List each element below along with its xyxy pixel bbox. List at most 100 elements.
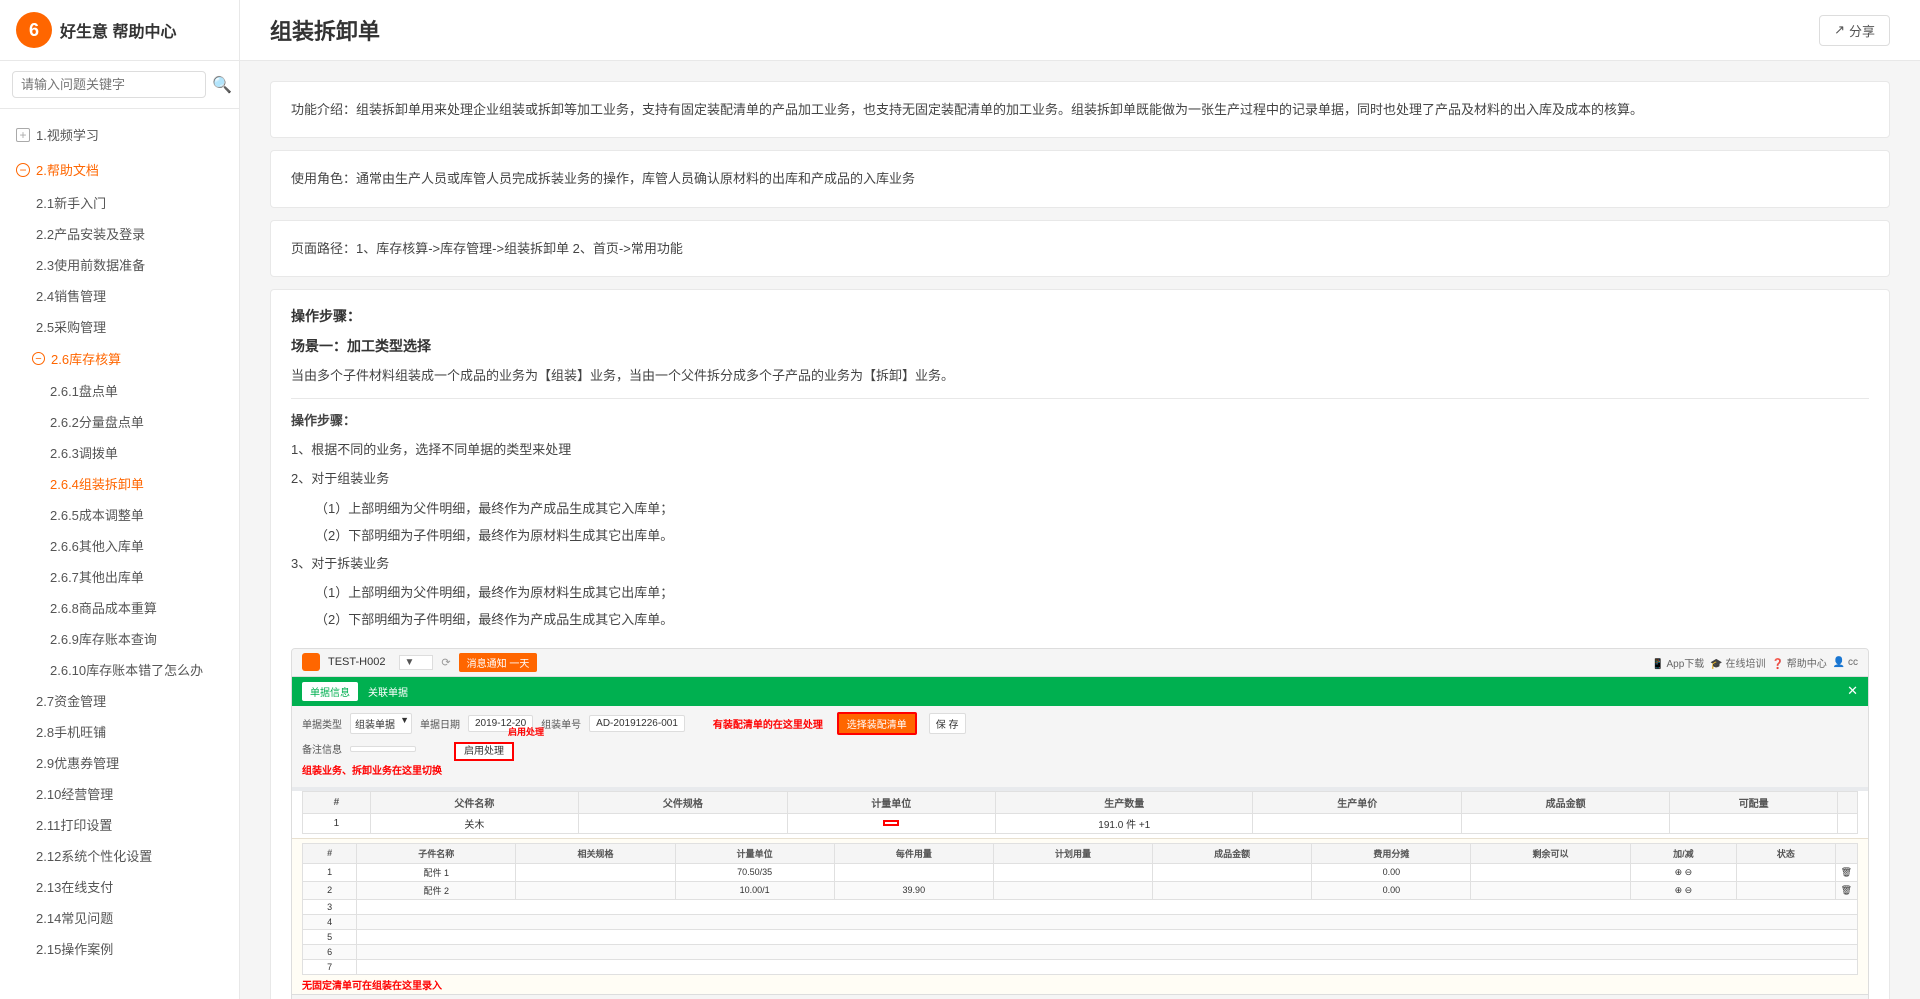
sidebar-item-label: 2.帮助文档: [36, 160, 99, 179]
sidebar-leaf-267[interactable]: 2.6.7其他出库单: [0, 561, 239, 592]
operations-block: 操作步骤： 场景一：加工类型选择 当由多个子件材料组装成一个成品的业务为【组装】…: [270, 289, 1890, 999]
ss-notify-btn[interactable]: 消息通知 一天: [459, 653, 538, 672]
ss-annotation-area1: 有装配清单的在这里处理 选择装配清单: [713, 712, 917, 735]
ss-td-spec: [579, 813, 787, 833]
ss-sub-th-name: 子件名称: [357, 843, 516, 863]
sidebar-leaf-265[interactable]: 2.6.5成本调整单: [0, 499, 239, 530]
table-row: 5: [303, 929, 1858, 944]
ss-td-unit-highlighted: [883, 820, 899, 826]
sidebar-leaf-266[interactable]: 2.6.6其他入库单: [0, 530, 239, 561]
ss-th-config: 可配量: [1670, 791, 1838, 813]
ss-annotation3: 启用处理: [508, 725, 544, 738]
ss-annotation-process: 启用处理 启用处理: [454, 741, 514, 757]
ss-btn-save[interactable]: 保 存: [929, 713, 966, 734]
sidebar-item-sales[interactable]: 2.4销售管理: [0, 280, 239, 311]
sidebar-item-ops[interactable]: 2.10经营管理: [0, 778, 239, 809]
ss-td-num: 1: [303, 813, 371, 833]
ss-th-action: [1838, 791, 1858, 813]
screenshot-inner: TEST-H002 ▼ ⟳ 消息通知 一天 📱 App下载 🎓 在线培训 ❓ 帮…: [292, 649, 1868, 999]
ss-annotation1: 有装配清单的在这里处理: [713, 720, 823, 731]
sidebar-item-cases[interactable]: 2.15操作案例: [0, 933, 239, 964]
sidebar-item-payment[interactable]: 2.13在线支付: [0, 871, 239, 902]
ss-td-action: [1838, 813, 1858, 833]
ss-tab-other[interactable]: 关联单据: [360, 682, 416, 701]
sidebar-leaf-268[interactable]: 2.6.8商品成本重算: [0, 592, 239, 623]
sidebar-item-newbie[interactable]: 2.1新手入门: [0, 187, 239, 218]
table-row: 7: [303, 959, 1858, 974]
sidebar-item-finance[interactable]: 2.7资金管理: [0, 685, 239, 716]
ss-btn-assembly[interactable]: 选择装配清单: [837, 712, 917, 735]
ss-topbar: TEST-H002 ▼ ⟳ 消息通知 一天 📱 App下载 🎓 在线培训 ❓ 帮…: [292, 649, 1868, 677]
logo-icon: 6: [16, 12, 52, 48]
role-text: 使用角色：通常由生产人员或库管人员完成拆装业务的操作，库管人员确认原材料的出库和…: [291, 167, 1869, 190]
sidebar-item-purchase[interactable]: 2.5采购管理: [0, 311, 239, 342]
sidebar-item-help-docs[interactable]: − 2.帮助文档: [0, 152, 239, 187]
search-icon[interactable]: 🔍: [212, 75, 232, 95]
sidebar-item-mobile[interactable]: 2.8手机旺铺: [0, 716, 239, 747]
ss-tab-active[interactable]: 单据信息: [302, 682, 358, 701]
sidebar-leaf-269[interactable]: 2.6.9库存账本查询: [0, 623, 239, 654]
ss-sub-th-unit: 计量单位: [675, 843, 834, 863]
table-row: 2 配件 2 10.00/1 39.90 0.00 ⊕ ⊖: [303, 881, 1858, 899]
table-row: 6: [303, 944, 1858, 959]
ss-close-icon[interactable]: ✕: [1847, 683, 1858, 699]
sidebar-leaf-2610[interactable]: 2.6.10库存账本错了怎么办: [0, 654, 239, 685]
sidebar-item-data-prep[interactable]: 2.3使用前数据准备: [0, 249, 239, 280]
ss-label-number: 组装单号: [541, 716, 581, 731]
step1: 1、根据不同的业务，选择不同单据的类型来处理: [291, 438, 1869, 461]
ss-input-number[interactable]: AD-20191226-001: [589, 715, 685, 732]
ss-sub-table-area: # 子件名称 相关规格 计量单位 每件用量 计划用量 成品金额 费用分摊 剩余可…: [292, 838, 1868, 994]
ss-logo: [302, 653, 320, 671]
ss-sub-th-plan: 计划用量: [993, 843, 1152, 863]
search-input[interactable]: [12, 71, 206, 98]
sidebar-item-faq[interactable]: 2.14常见问题: [0, 902, 239, 933]
intro-text: 功能介绍：组装拆卸单用来处理企业组装或拆卸等加工业务，支持有固定装配清单的产品加…: [291, 98, 1869, 121]
sidebar: 6 好生意 帮助中心 🔍 + 1.视频学习 − 2.帮助文档 2.1新手入门 2…: [0, 0, 240, 999]
screenshot-container: TEST-H002 ▼ ⟳ 消息通知 一天 📱 App下载 🎓 在线培训 ❓ 帮…: [291, 648, 1869, 999]
ss-th-num: #: [303, 791, 371, 813]
ss-btn-process[interactable]: 启用处理: [454, 742, 514, 761]
table-row: 4: [303, 914, 1858, 929]
sidebar-item-inventory[interactable]: − 2.6库存核算: [0, 342, 239, 375]
sidebar-item-label: 2.6库存核算: [51, 349, 121, 368]
ss-td-price: [1253, 813, 1461, 833]
ss-dropdown: ▼: [399, 655, 433, 670]
sidebar-leaf-262[interactable]: 2.6.2分量盘点单: [0, 406, 239, 437]
ss-sub-th-action: [1835, 843, 1857, 863]
ss-sub-th-num: #: [303, 843, 357, 863]
ss-annotation-area2: 组装业务、拆卸业务在这里切换: [302, 761, 1858, 777]
share-icon: ↗: [1834, 22, 1845, 38]
sidebar-leaf-261[interactable]: 2.6.1盘点单: [0, 375, 239, 406]
ss-th-qty: 生产数量: [996, 791, 1253, 813]
nav-section-2: − 2.帮助文档 2.1新手入门 2.2产品安装及登录 2.3使用前数据准备 2…: [0, 152, 239, 964]
main-header: 组装拆卸单 ↗ 分享: [240, 0, 1920, 61]
app-name: 好生意 帮助中心: [60, 18, 176, 42]
ss-label-type: 单据类型: [302, 716, 342, 731]
ss-td-config: [1670, 813, 1838, 833]
ss-input-type[interactable]: 组装单据 ▼: [350, 713, 412, 734]
scenario1-title: 场景一：加工类型选择: [291, 336, 1869, 356]
scenario1-desc: 当由多个子件材料组装成一个成品的业务为【组装】业务，当由一个父件拆分成多个子产品…: [291, 364, 1869, 387]
table-row: 1 关木 191.0 件 +1: [303, 813, 1858, 833]
ss-icon-train: 🎓 在线培训: [1710, 655, 1765, 670]
sidebar-item-customize[interactable]: 2.12系统个性化设置: [0, 840, 239, 871]
expand-icon: +: [16, 128, 30, 142]
step2-sub2: （2）下部明细为子件明细，最终作为原材料生成其它出库单。: [291, 524, 1869, 547]
sidebar-leaf-263[interactable]: 2.6.3调拨单: [0, 437, 239, 468]
sidebar-item-video[interactable]: + 1.视频学习: [0, 117, 239, 152]
sidebar-item-coupon[interactable]: 2.9优惠券管理: [0, 747, 239, 778]
ss-sub-th-spec: 相关规格: [516, 843, 675, 863]
step3: 3、对于拆装业务: [291, 552, 1869, 575]
ss-form-area: 单据类型 组装单据 ▼ 单据日期 2019-12-20 组装单号 AD-2019…: [292, 706, 1868, 787]
sidebar-leaf-264[interactable]: 2.6.4组装拆卸单: [0, 468, 239, 499]
path-text: 页面路径：1、库存核算->库存管理->组装拆卸单 2、首页->常用功能: [291, 237, 1869, 260]
ss-input-memo[interactable]: [350, 746, 416, 752]
sidebar-item-label: 1.视频学习: [36, 125, 99, 144]
collapse-icon-2: −: [32, 352, 45, 365]
share-button[interactable]: ↗ 分享: [1819, 15, 1890, 46]
sidebar-item-print[interactable]: 2.11打印设置: [0, 809, 239, 840]
ss-label-date: 单据日期: [420, 716, 460, 731]
step3-sub1: （1）上部明细为父件明细，最终作为原材料生成其它出库单；: [291, 581, 1869, 604]
search-box[interactable]: 🔍: [0, 61, 239, 109]
sidebar-item-install[interactable]: 2.2产品安装及登录: [0, 218, 239, 249]
